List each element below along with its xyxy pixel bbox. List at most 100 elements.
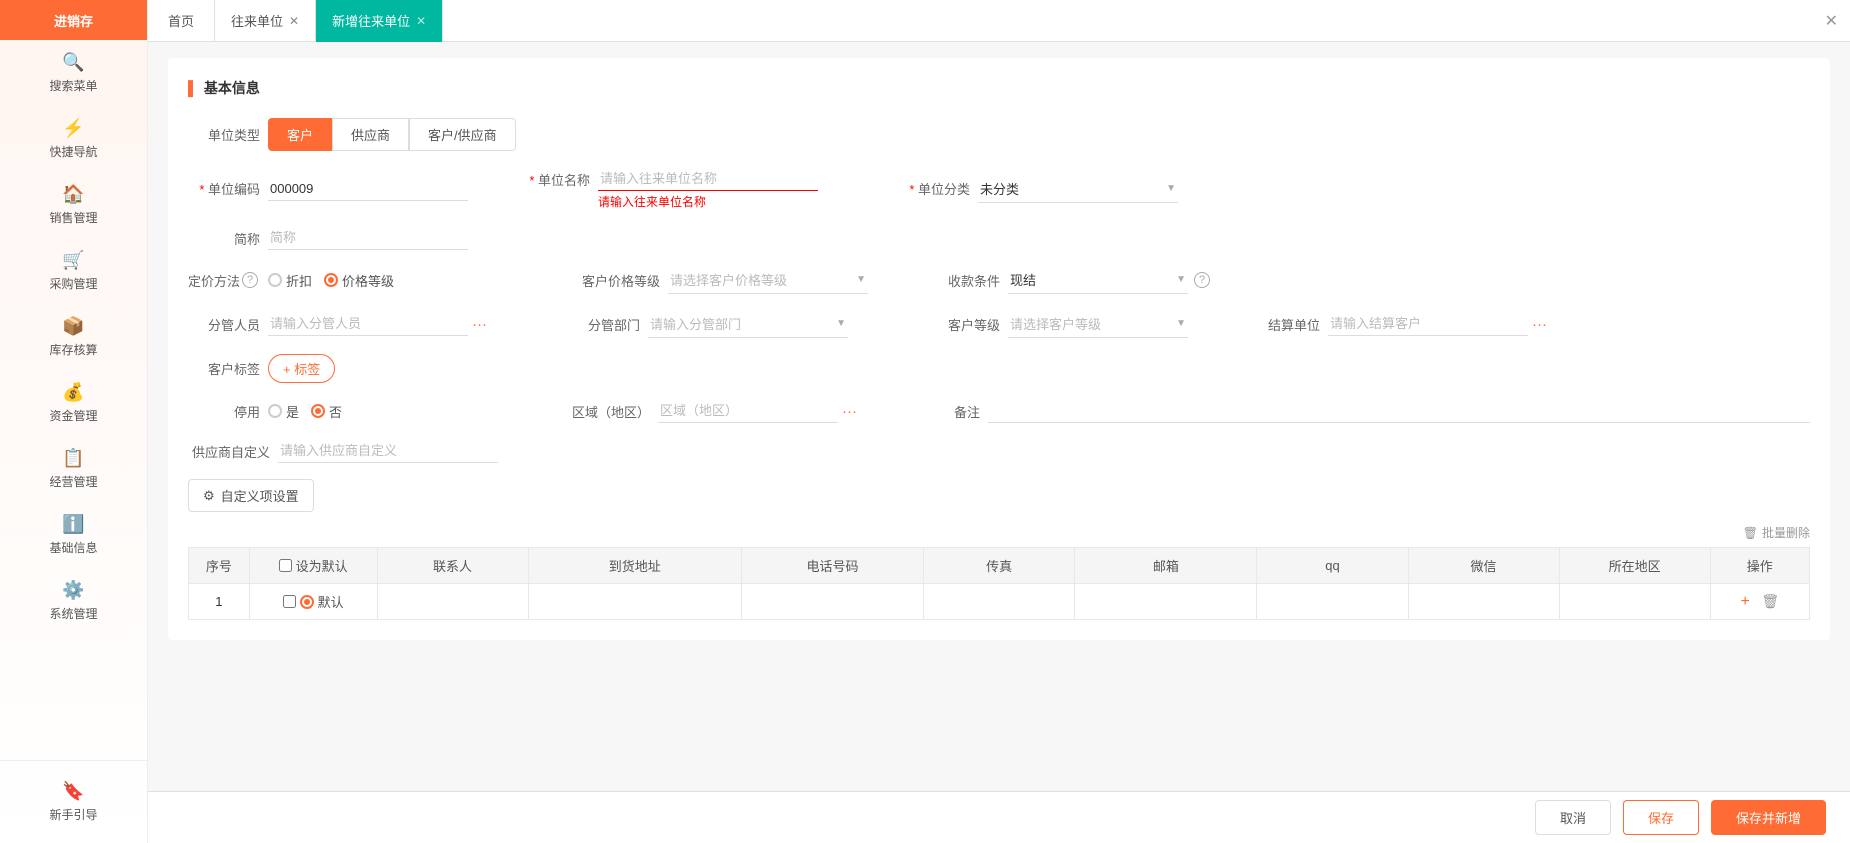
- system-icon: ⚙️: [62, 580, 84, 601]
- unit-code-label: * 单位编码: [188, 179, 268, 198]
- close-all-tabs[interactable]: ✕: [1825, 11, 1838, 31]
- main-content: 首页 往来单位 ✕ 新增往来单位 ✕ ✕ ▌ 基本信息 单位类型 客户: [148, 0, 1850, 843]
- row-address[interactable]: [528, 584, 741, 620]
- radio-level-label: 价格等级: [342, 271, 394, 290]
- quick-nav-icon: ⚡: [62, 118, 84, 139]
- row-contact[interactable]: [377, 584, 528, 620]
- radio-level[interactable]: 价格等级: [324, 271, 394, 290]
- settlement-more-btn[interactable]: ···: [1528, 316, 1551, 333]
- sidebar-item-label: 销售管理: [49, 209, 97, 226]
- col-contact: 联系人: [377, 548, 528, 584]
- customer-price-select[interactable]: 请选择客户价格等级 ▼: [668, 266, 868, 294]
- tab-home[interactable]: 首页: [148, 0, 215, 42]
- section-title-icon: ▌: [188, 80, 198, 96]
- col-wechat: 微信: [1408, 548, 1559, 584]
- finance-icon: 💰: [62, 382, 84, 403]
- payment-terms-value: 现结: [1010, 270, 1172, 289]
- sidebar-item-basic-info[interactable]: ℹ️ 基础信息: [0, 502, 147, 568]
- add-tag-button[interactable]: + 标签: [268, 354, 335, 383]
- unit-type-control: 客户 供应商 客户/供应商: [268, 118, 1810, 151]
- select-all-checkbox[interactable]: [279, 559, 292, 572]
- abbr-input[interactable]: [268, 226, 468, 250]
- sidebar-item-quick-nav[interactable]: ⚡ 快捷导航: [0, 106, 147, 172]
- col-index: 序号: [189, 548, 250, 584]
- sidebar-item-inventory[interactable]: 📦 库存核算: [0, 304, 147, 370]
- col-default: 设为默认: [249, 548, 377, 584]
- purchase-icon: 🛒: [62, 250, 84, 271]
- save-button[interactable]: 保存: [1623, 800, 1699, 835]
- radio-discount[interactable]: 折扣: [268, 271, 312, 290]
- tab-new-transaction-close[interactable]: ✕: [416, 14, 426, 28]
- settlement-input[interactable]: [1328, 312, 1528, 336]
- tab-transactions[interactable]: 往来单位 ✕: [215, 0, 316, 42]
- pricing-help-icon[interactable]: ?: [242, 272, 258, 288]
- cancel-button[interactable]: 取消: [1535, 800, 1611, 835]
- radio-no[interactable]: 否: [311, 402, 342, 421]
- radio-discount-circle: [268, 273, 282, 287]
- footer-bar: 取消 保存 保存并新增: [148, 791, 1850, 843]
- manager-input[interactable]: [268, 312, 468, 336]
- region-label: 区域（地区）: [568, 402, 658, 421]
- table-header-row: 序号 设为默认 联系人 到货地址 电话号码 传真 邮箱: [189, 548, 1810, 584]
- radio-yes[interactable]: 是: [268, 402, 299, 421]
- row-add-btn[interactable]: +: [1736, 593, 1753, 610]
- manager-more-btn[interactable]: ···: [468, 316, 491, 333]
- sidebar-item-system-mgmt[interactable]: ⚙️ 系统管理: [0, 568, 147, 634]
- col-action: 操作: [1710, 548, 1809, 584]
- contact-input[interactable]: [413, 590, 493, 613]
- sidebar-item-sales-mgmt[interactable]: 🏠 销售管理: [0, 172, 147, 238]
- sidebar-item-operations-mgmt[interactable]: 📋 经营管理: [0, 436, 147, 502]
- search-menu-icon: 🔍: [62, 52, 84, 73]
- row-phone[interactable]: [741, 584, 923, 620]
- row-email[interactable]: [1075, 584, 1257, 620]
- save-new-button[interactable]: 保存并新增: [1711, 800, 1826, 835]
- customer-level-select[interactable]: 请选择客户等级 ▼: [1008, 310, 1188, 338]
- row-region[interactable]: [1559, 584, 1710, 620]
- row-qq[interactable]: [1257, 584, 1408, 620]
- payment-help-icon[interactable]: ?: [1194, 272, 1210, 288]
- dept-select[interactable]: 请输入分管部门 ▼: [648, 310, 848, 338]
- region-more-btn[interactable]: ···: [838, 403, 861, 420]
- tab-new-transaction[interactable]: 新增往来单位 ✕: [316, 0, 443, 42]
- sidebar-item-finance-mgmt[interactable]: 💰 资金管理: [0, 370, 147, 436]
- page-content: ▌ 基本信息 单位类型 客户 供应商 客户/供应商: [148, 42, 1850, 791]
- unit-name-input[interactable]: [598, 167, 818, 191]
- payment-terms-select[interactable]: 现结 ▼: [1008, 266, 1188, 294]
- tab-transactions-close[interactable]: ✕: [289, 14, 299, 28]
- remark-input[interactable]: [988, 399, 1810, 423]
- email-input[interactable]: [1116, 590, 1216, 613]
- row-checkbox[interactable]: [283, 595, 296, 608]
- row-delete-btn[interactable]: 🗑: [1757, 593, 1783, 609]
- row-region-input[interactable]: [1595, 590, 1675, 613]
- unit-btn-both[interactable]: 客户/供应商: [409, 118, 516, 151]
- basic-info-icon: ℹ️: [62, 514, 84, 535]
- unit-btn-supplier[interactable]: 供应商: [332, 118, 409, 151]
- radio-level-circle: [324, 273, 338, 287]
- customer-price-group: 客户价格等级 请选择客户价格等级 ▼: [568, 266, 928, 294]
- wechat-input[interactable]: [1444, 590, 1524, 613]
- row-wechat[interactable]: [1408, 584, 1559, 620]
- fax-input[interactable]: [959, 590, 1039, 613]
- row-fax[interactable]: [924, 584, 1075, 620]
- qq-input[interactable]: [1292, 590, 1372, 613]
- table-row: 1 默认: [189, 584, 1810, 620]
- batch-delete-button[interactable]: 🗑 批量删除: [1743, 524, 1810, 541]
- phone-input[interactable]: [783, 590, 883, 613]
- unit-code-input[interactable]: [268, 177, 468, 201]
- supplier-custom-input[interactable]: [278, 439, 498, 463]
- custom-settings-button[interactable]: ⚙ 自定义项设置: [188, 479, 314, 512]
- address-input[interactable]: [575, 590, 695, 613]
- row-index: 1: [189, 584, 250, 620]
- dept-group: 分管部门 请输入分管部门 ▼: [568, 310, 928, 338]
- region-input[interactable]: [658, 399, 838, 423]
- sidebar-item-label: 新手引导: [49, 806, 97, 823]
- row-default-radio[interactable]: 默认: [300, 592, 344, 611]
- contact-table: 序号 设为默认 联系人 到货地址 电话号码 传真 邮箱: [188, 547, 1810, 620]
- payment-terms-chevron: ▼: [1176, 274, 1186, 285]
- unit-category-select[interactable]: 未分类 ▼: [978, 175, 1178, 203]
- unit-btn-customer[interactable]: 客户: [268, 118, 332, 151]
- operations-icon: 📋: [62, 448, 84, 469]
- sidebar-item-purchase-mgmt[interactable]: 🛒 采购管理: [0, 238, 147, 304]
- sidebar-item-newbie[interactable]: 🔖 新手引导: [0, 769, 147, 835]
- sidebar-item-search-menu[interactable]: 🔍 搜索菜单: [0, 40, 147, 106]
